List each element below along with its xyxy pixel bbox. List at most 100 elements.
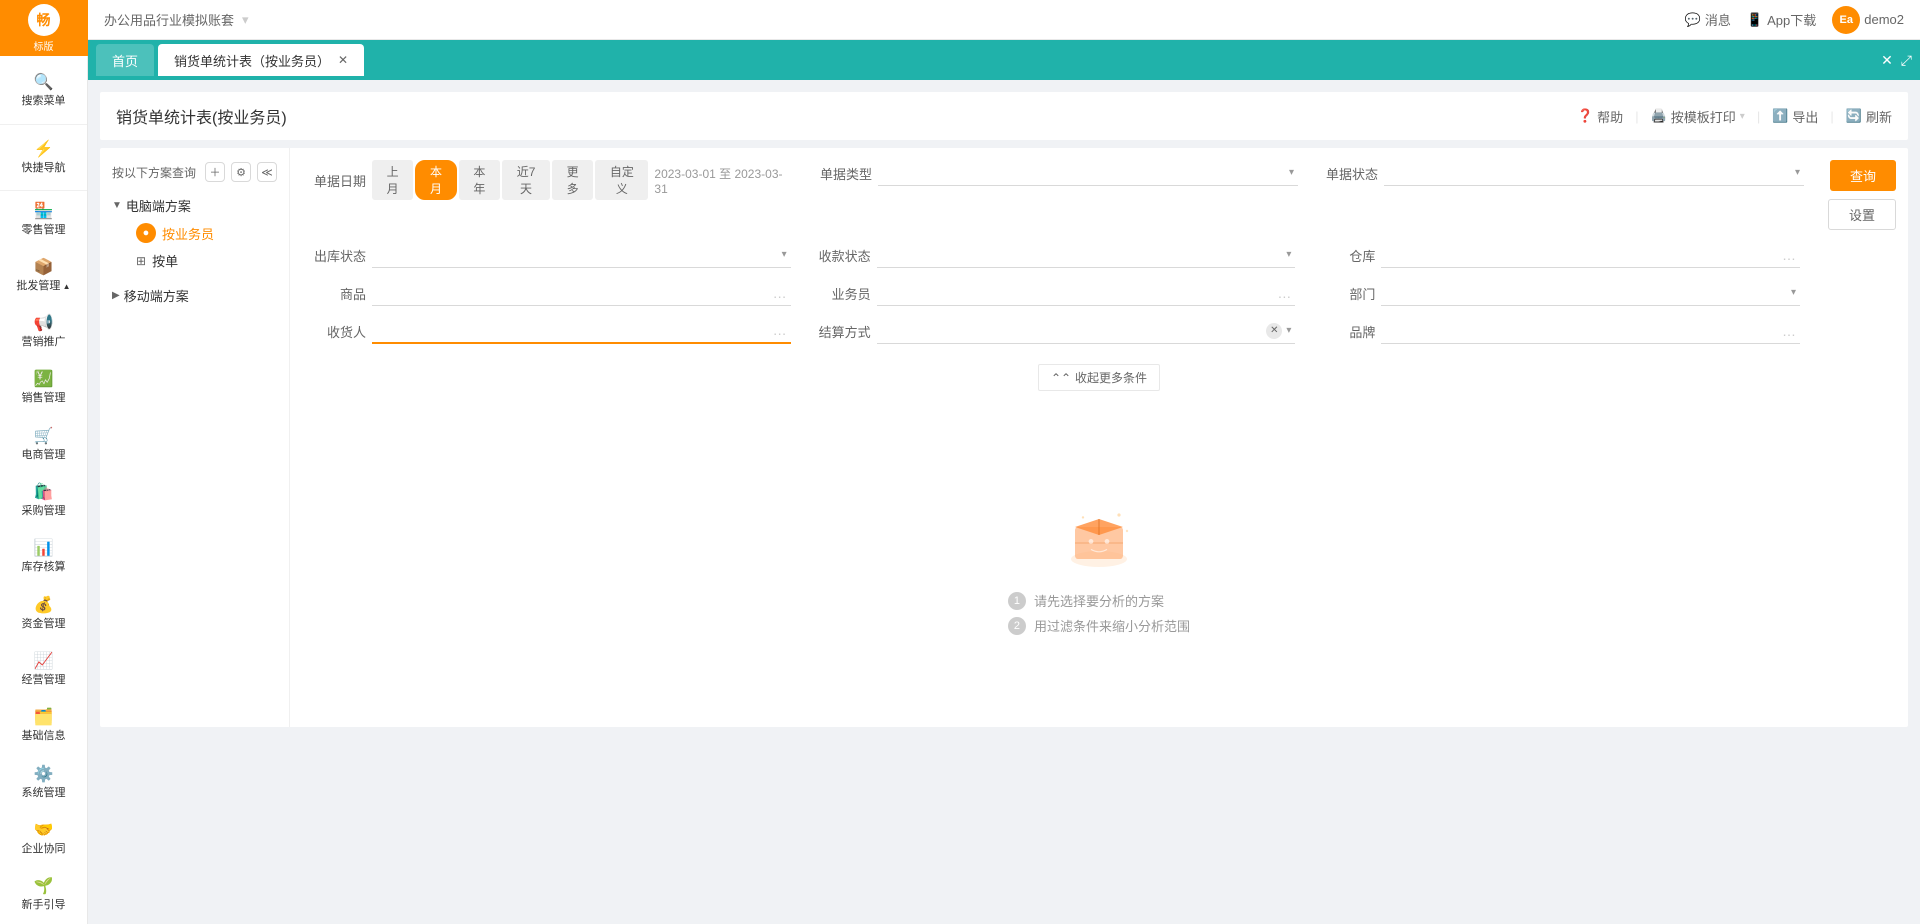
content-panel: 按以下方案查询 ＋ ⚙ ≪ ▼ 电脑端方案 ● 按业: [100, 148, 1908, 727]
status-dropdown-arrow: ▾: [1795, 167, 1800, 178]
dept-input[interactable]: ▾: [1381, 280, 1800, 306]
sidebar-search-item[interactable]: 🔍 搜索菜单: [0, 56, 87, 125]
sidebar-item-collab[interactable]: 🤝 企业协同: [0, 810, 87, 866]
scheme-desktop-header[interactable]: ▼ 电脑端方案: [112, 192, 277, 219]
page-title-actions: ❓ 帮助 | 🖨️ 按模板打印 ▾ | ⬆️ 导出 | 🔄 刷新: [1577, 107, 1892, 126]
sidebar-menu: 🏪 零售管理 📦 批发管理 📢 营销推广 💹 销售管理 🛒 电商管理 🛍️ 采购…: [0, 191, 87, 924]
sidebar-item-sales[interactable]: 💹 销售管理: [0, 359, 87, 415]
scheme-collapse-icon[interactable]: ≪: [257, 162, 277, 182]
empty-tip-1: 1 请先选择要分析的方案: [1008, 591, 1190, 610]
date-btn-this-year[interactable]: 本年: [459, 160, 500, 200]
warehouse-input[interactable]: …: [1381, 242, 1800, 268]
print-arrow: ▾: [1740, 111, 1745, 122]
app-download-action[interactable]: 📱 App下载: [1747, 10, 1816, 29]
sidebar-logo[interactable]: 畅 标版: [0, 0, 88, 56]
collapse-label: 收起更多条件: [1075, 369, 1147, 386]
export-btn[interactable]: ⬆️ 导出: [1772, 107, 1818, 126]
collapse-icon: ⌃⌃: [1051, 371, 1071, 385]
date-btn-more[interactable]: 更多: [552, 160, 593, 200]
tab-home-label: 首页: [112, 51, 138, 70]
wholesale-label: 批发管理: [16, 279, 70, 293]
scheme-salesperson-icon: ●: [136, 223, 156, 243]
sidebar-item-finance[interactable]: 💰 资金管理: [0, 585, 87, 641]
scheme-add-icon[interactable]: ＋: [205, 162, 225, 182]
date-btn-this-month[interactable]: 本月: [415, 160, 456, 200]
sidebar-item-retail[interactable]: 🏪 零售管理: [0, 191, 87, 247]
collect-status-input[interactable]: ▾: [877, 242, 1296, 268]
empty-illustration: [1059, 495, 1139, 575]
finance-icon: 💰: [34, 595, 54, 615]
sidebar-item-marketing[interactable]: 📢 营销推广: [0, 303, 87, 359]
collapse-more-btn[interactable]: ⌃⌃ 收起更多条件: [1038, 364, 1160, 391]
retail-label: 零售管理: [22, 223, 66, 237]
header-left: 办公用品行业模拟账套 ▾: [104, 10, 249, 29]
empty-tip-2: 2 用过滤条件来缩小分析范围: [1008, 616, 1190, 635]
scheme-settings-icon[interactable]: ⚙: [231, 162, 251, 182]
sidebar-item-system[interactable]: ⚙️ 系统管理: [0, 754, 87, 810]
help-btn[interactable]: ❓ 帮助: [1577, 107, 1623, 126]
scheme-item-salesperson[interactable]: ● 按业务员: [128, 219, 277, 247]
date-btn-custom[interactable]: 自定义: [595, 160, 648, 200]
payment-input[interactable]: ✕ ▾: [877, 318, 1296, 344]
scheme-mobile-header[interactable]: ▶ 移动端方案: [112, 282, 277, 309]
marketing-icon: 📢: [34, 313, 54, 333]
main-area: 办公用品行业模拟账套 ▾ 💬 消息 📱 App下载 Ea demo2 首页: [88, 0, 1920, 924]
tab-close-window-icon[interactable]: ✕: [1881, 52, 1893, 69]
receiver-input[interactable]: …: [372, 318, 791, 344]
print-label: 按模板打印: [1671, 107, 1736, 126]
sidebar-item-purchase[interactable]: 🛍️ 采购管理: [0, 472, 87, 528]
scheme-header-title: 按以下方案查询: [112, 164, 196, 181]
sidebar-item-wholesale[interactable]: 📦 批发管理: [0, 247, 87, 303]
tab-home[interactable]: 首页: [96, 44, 154, 76]
doc-status-label: 单据状态: [1314, 164, 1378, 183]
scheme-order-icon: ⊞: [136, 254, 146, 268]
scheme-mobile-arrow: ▶: [112, 290, 120, 301]
system-icon: ⚙️: [34, 764, 54, 784]
scheme-order-label: 按单: [152, 251, 178, 270]
settings-button[interactable]: 设置: [1828, 199, 1896, 230]
page-title: 销货单统计表(按业务员): [116, 104, 287, 128]
marketing-label: 营销推广: [22, 335, 66, 349]
sidebar-item-basic[interactable]: 🗂️ 基础信息: [0, 697, 87, 753]
export-icon: ⬆️: [1772, 108, 1788, 124]
header-right: 💬 消息 📱 App下载 Ea demo2: [1685, 6, 1904, 34]
quick-nav-item[interactable]: ⚡ 快捷导航: [0, 125, 87, 190]
salesperson-dots: …: [1277, 285, 1291, 301]
user-profile[interactable]: Ea demo2: [1832, 6, 1904, 34]
scheme-item-by-order[interactable]: ⊞ 按单: [128, 247, 277, 274]
message-action[interactable]: 💬 消息: [1685, 10, 1731, 29]
goods-input[interactable]: …: [372, 280, 791, 306]
print-btn[interactable]: 🖨️ 按模板打印 ▾: [1651, 107, 1745, 126]
salesperson-input[interactable]: …: [877, 280, 1296, 306]
scheme-icons: ＋ ⚙ ≪: [205, 162, 277, 182]
type-input[interactable]: ▾: [878, 160, 1298, 186]
warehouse-dots: …: [1782, 247, 1796, 263]
empty-tips: 1 请先选择要分析的方案 2 用过滤条件来缩小分析范围: [1008, 591, 1190, 635]
scheme-panel: 按以下方案查询 ＋ ⚙ ≪ ▼ 电脑端方案 ● 按业: [100, 148, 290, 727]
payment-x[interactable]: ✕: [1266, 323, 1282, 339]
sidebar-item-inventory[interactable]: 📊 库存核算: [0, 528, 87, 584]
refresh-label: 刷新: [1866, 107, 1892, 126]
inventory-icon: 📊: [34, 538, 54, 558]
goods-dots: …: [773, 285, 787, 301]
separator2: |: [1757, 109, 1760, 124]
out-status-input[interactable]: ▾: [372, 242, 791, 268]
date-btn-7days[interactable]: 近7天: [502, 160, 550, 200]
refresh-btn[interactable]: 🔄 刷新: [1846, 107, 1892, 126]
query-button[interactable]: 查询: [1830, 160, 1896, 191]
tab-sales-report[interactable]: 销货单统计表（按业务员） ✕: [158, 44, 364, 76]
receiver-label: 收货人: [302, 322, 366, 341]
sidebar-item-newbie[interactable]: 🌱 新手引导: [0, 866, 87, 922]
sidebar-item-ecommerce[interactable]: 🛒 电商管理: [0, 416, 87, 472]
filter-panel: 单据日期 上月 本月 本年 近7天 更多 自定义 2023-03-01 至 20…: [290, 148, 1908, 727]
date-btn-last-month[interactable]: 上月: [372, 160, 413, 200]
app-label: App下载: [1767, 10, 1816, 29]
separator1: |: [1635, 109, 1638, 124]
status-input[interactable]: ▾: [1384, 160, 1804, 186]
sidebar-item-business[interactable]: 📈 经营管理: [0, 641, 87, 697]
tab-maximize-icon[interactable]: ⤢: [1901, 52, 1912, 69]
scheme-category-mobile: ▶ 移动端方案: [100, 278, 289, 313]
tab-close-icon[interactable]: ✕: [338, 53, 348, 67]
salesperson-label: 业务员: [807, 284, 871, 303]
brand-input[interactable]: …: [1381, 318, 1800, 344]
